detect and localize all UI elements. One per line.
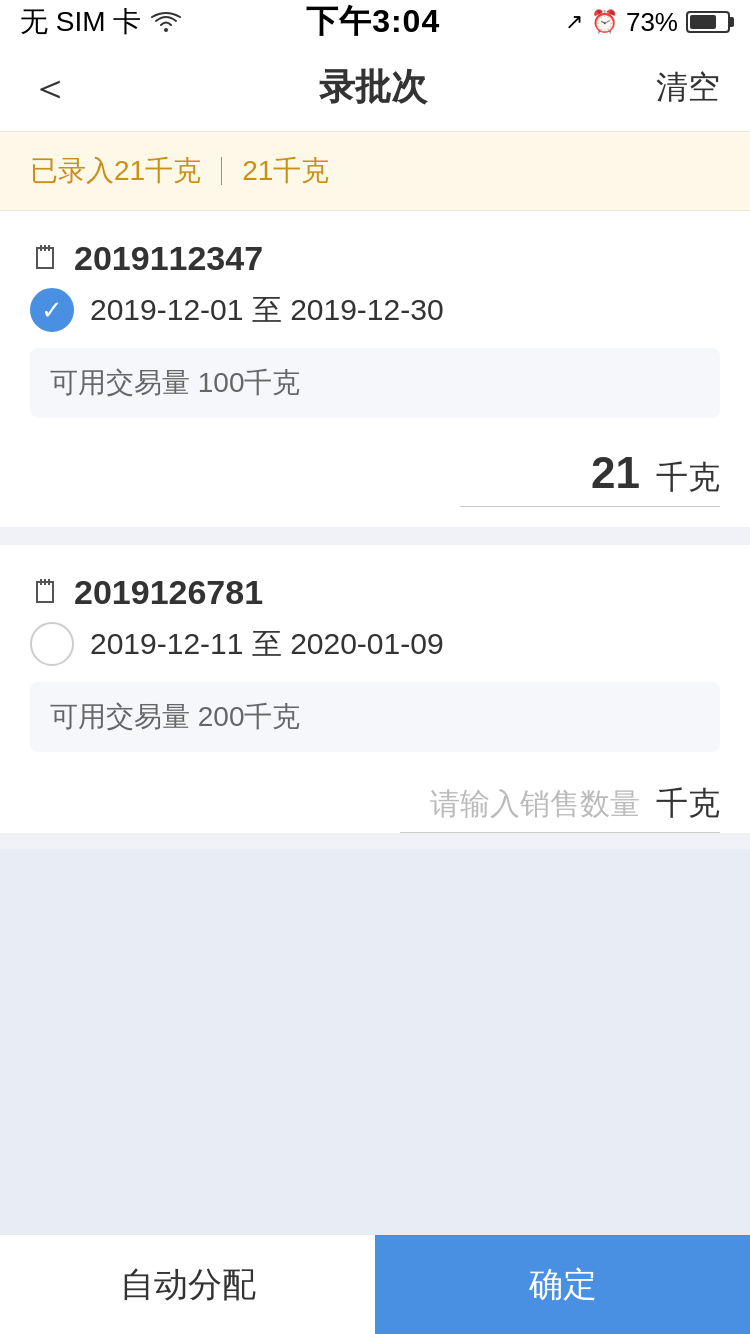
checkmark-icon: ✓ xyxy=(41,297,63,323)
location-icon: ↗ xyxy=(565,9,583,35)
batch-1-underline xyxy=(460,506,720,507)
batch-id-icon-1: 🗒 xyxy=(30,240,62,277)
battery-pct: 73% xyxy=(626,7,678,38)
alarm-icon: ⏰ xyxy=(591,9,618,35)
batch-1-date-row[interactable]: ✓ 2019-12-01 至 2019-12-30 xyxy=(0,288,750,348)
recorded-amount: 已录入21千克 xyxy=(30,152,201,190)
batch-2-input-row[interactable]: 请输入销售数量 千克 xyxy=(0,772,750,826)
page-title: 录批次 xyxy=(319,63,427,112)
separator-1 xyxy=(0,529,750,545)
batch-2-input-underline xyxy=(400,832,720,833)
status-carrier: 无 SIM 卡 xyxy=(20,3,181,41)
batch-card-2: 🗒 2019126781 2019-12-11 至 2020-01-09 可用交… xyxy=(0,545,750,833)
batch-id-icon-2: 🗒 xyxy=(30,574,62,611)
batch-1-qty-label: 可用交易量 100千克 xyxy=(50,367,301,398)
svg-point-0 xyxy=(164,28,168,32)
wifi-icon xyxy=(151,11,181,33)
info-banner: 已录入21千克 21千克 xyxy=(0,132,750,211)
batch-2-date: 2019-12-11 至 2020-01-09 xyxy=(90,624,444,665)
batch-2-qty-row: 可用交易量 200千克 xyxy=(30,682,720,752)
status-right-group: ↗ ⏰ 73% xyxy=(565,7,730,38)
batch-1-amount-row: 21 千克 xyxy=(591,448,720,500)
batch-2-date-row[interactable]: 2019-12-11 至 2020-01-09 xyxy=(0,622,750,682)
batch-2-header: 🗒 2019126781 xyxy=(0,545,750,622)
batch-2-radio[interactable] xyxy=(30,622,74,666)
gray-area xyxy=(0,849,750,1289)
nav-bar: ＜ 录批次 清空 xyxy=(0,44,750,132)
batch-1-amount: 21 xyxy=(591,448,640,498)
batch-2-qty-label: 可用交易量 200千克 xyxy=(50,701,301,732)
clear-button[interactable]: 清空 xyxy=(656,66,720,110)
status-time: 下午3:04 xyxy=(306,0,440,44)
batch-1-id: 2019112347 xyxy=(74,239,263,278)
bottom-bar: 自动分配 确定 xyxy=(0,1234,750,1334)
batch-1-radio[interactable]: ✓ xyxy=(30,288,74,332)
batch-1-date: 2019-12-01 至 2019-12-30 xyxy=(90,290,444,331)
total-amount: 21千克 xyxy=(242,152,329,190)
back-button[interactable]: ＜ xyxy=(30,60,90,115)
batch-2-id: 2019126781 xyxy=(74,573,263,612)
batch-1-amount-wrapper: 21 千克 xyxy=(0,438,750,527)
carrier-text: 无 SIM 卡 xyxy=(20,3,141,41)
auto-distribute-button[interactable]: 自动分配 xyxy=(0,1235,375,1334)
info-divider xyxy=(221,157,222,185)
status-bar: 无 SIM 卡 下午3:04 ↗ ⏰ 73% xyxy=(0,0,750,44)
batch-1-unit: 千克 xyxy=(656,456,720,500)
batch-2-unit: 千克 xyxy=(656,782,720,826)
batch-1-qty-row: 可用交易量 100千克 xyxy=(30,348,720,418)
battery-icon xyxy=(686,11,730,33)
batch-card-1: 🗒 2019112347 ✓ 2019-12-01 至 2019-12-30 可… xyxy=(0,211,750,527)
batch-1-header: 🗒 2019112347 xyxy=(0,211,750,288)
qty-placeholder: 请输入销售数量 xyxy=(430,784,640,825)
confirm-button[interactable]: 确定 xyxy=(375,1235,750,1334)
